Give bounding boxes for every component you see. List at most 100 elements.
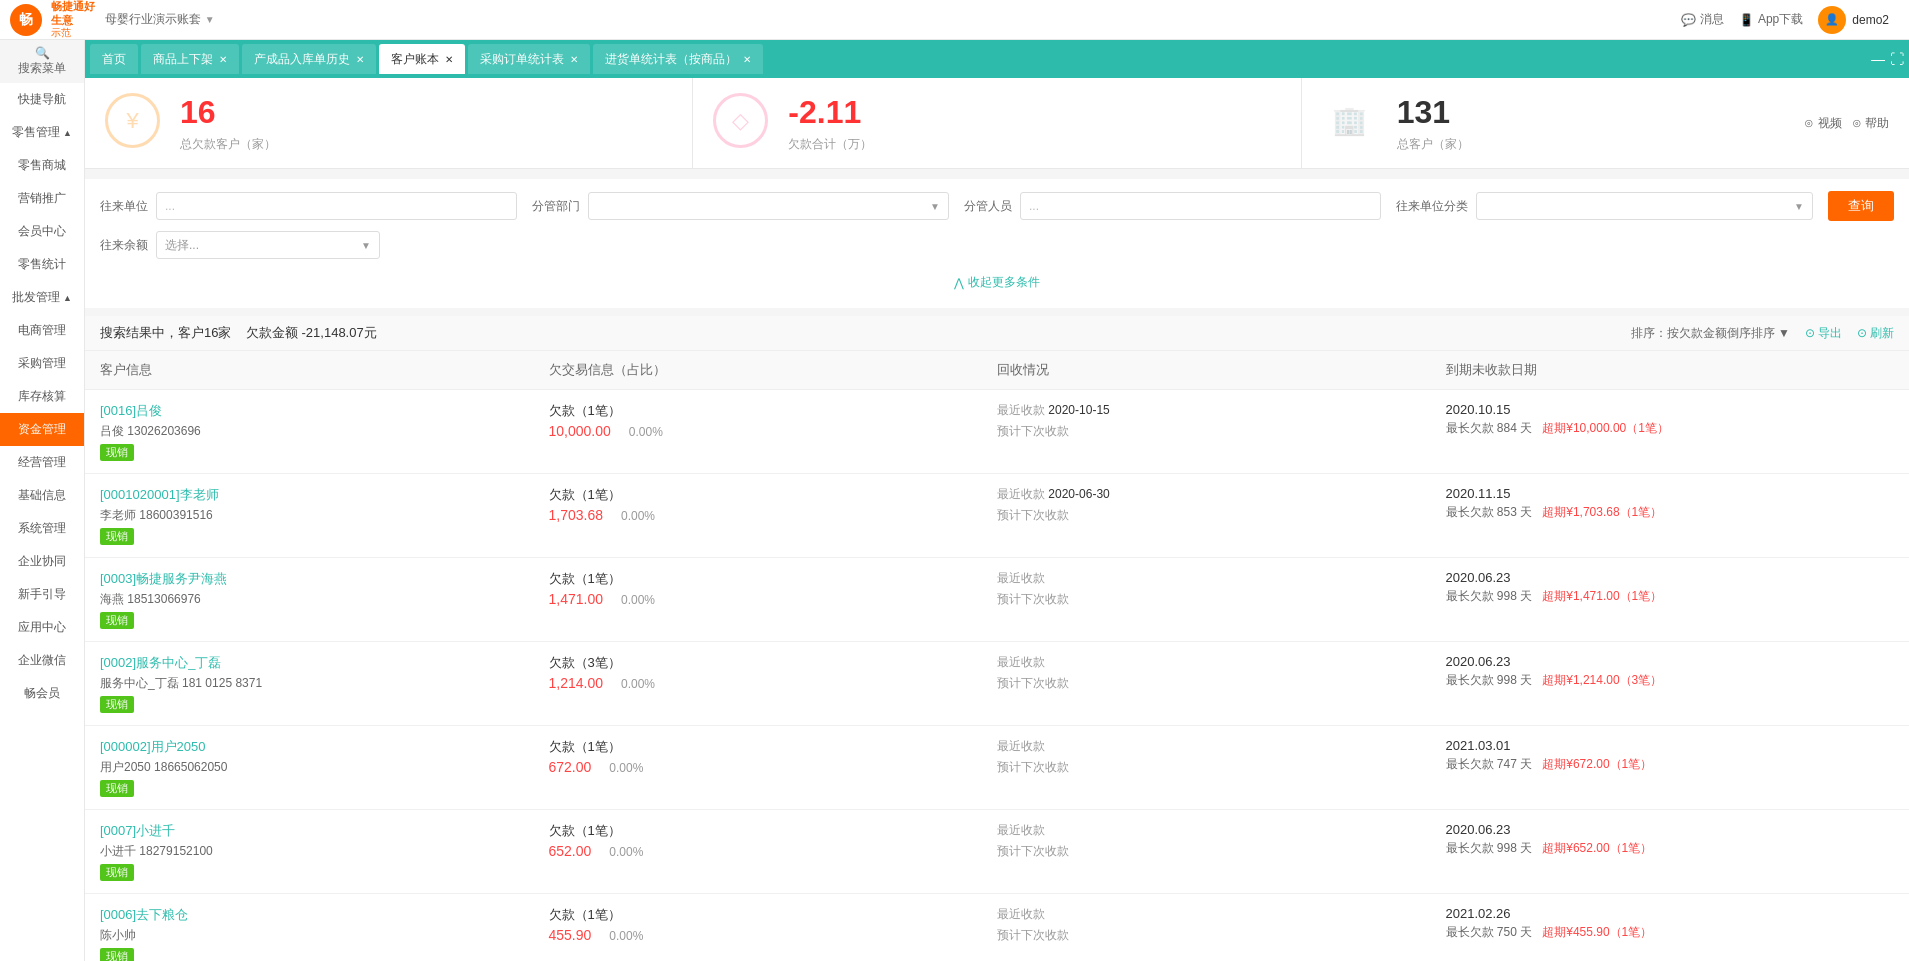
overdue-days-0: 最长欠款 884 天 超期¥10,000.00（1笔）	[1446, 420, 1895, 437]
video-button[interactable]: ⊙ 视频	[1804, 115, 1841, 132]
tab-close-purchase-stat[interactable]: ✕	[570, 54, 578, 65]
overdue-link-2[interactable]: 超期¥1,471.00（1笔）	[1542, 589, 1662, 603]
customer-phone-0: 吕俊 13026203696	[100, 423, 549, 440]
recovery-info-3: 最近收款 预计下次收款	[997, 654, 1446, 713]
tab-purchase-stat[interactable]: 采购订单统计表 ✕	[468, 44, 590, 74]
tab-collapse-button[interactable]: —	[1871, 51, 1885, 67]
export-button[interactable]: ⊙ 导出	[1805, 325, 1842, 342]
filter-row-2: 往来余额 选择... ▼	[100, 231, 1894, 259]
debt-amount-3[interactable]: 1,214.00	[549, 675, 604, 691]
sidebar-item-retail-mgmt[interactable]: 零售管理 ▲	[0, 116, 84, 149]
sidebar-item-basic-info[interactable]: 基础信息	[0, 479, 84, 512]
tab-home[interactable]: 首页	[90, 44, 138, 74]
unit-category-arrow-icon: ▼	[1794, 201, 1804, 212]
overdue-link-5[interactable]: 超期¥652.00（1笔）	[1542, 841, 1652, 855]
sidebar-item-vip-member[interactable]: 畅会员	[0, 677, 84, 710]
tab-close-product-history[interactable]: ✕	[356, 54, 364, 65]
debt-amount-5[interactable]: 652.00	[549, 843, 592, 859]
customer-tag-1: 现销	[100, 528, 134, 545]
sidebar-item-member-center[interactable]: 会员中心	[0, 215, 84, 248]
sidebar-search-menu[interactable]: 🔍 搜索菜单	[0, 40, 84, 83]
person-input[interactable]: ...	[1020, 192, 1381, 220]
overdue-link-1[interactable]: 超期¥1,703.68（1笔）	[1542, 505, 1662, 519]
collapse-icon: ⋀	[954, 276, 964, 290]
sidebar-item-inventory[interactable]: 库存核算	[0, 380, 84, 413]
stat-info-debt-customers: 16 总欠款客户（家）	[180, 94, 672, 153]
overdue-link-4[interactable]: 超期¥672.00（1笔）	[1542, 757, 1652, 771]
unit-category-select[interactable]: ▼	[1476, 192, 1813, 220]
debt-amount-6[interactable]: 455.90	[549, 927, 592, 943]
customer-name-6[interactable]: [0006]去下粮仓	[100, 906, 549, 924]
customer-name-4[interactable]: [000002]用户2050	[100, 738, 549, 756]
help-button[interactable]: ⊙ 帮助	[1852, 115, 1889, 132]
filter-area: 往来单位 ... 分管部门 ▼	[85, 179, 1909, 308]
sidebar-item-finance[interactable]: 资金管理	[0, 413, 84, 446]
query-button[interactable]: 查询	[1828, 191, 1894, 221]
tab-product-history[interactable]: 产成品入库单历史 ✕	[242, 44, 376, 74]
stat-right-actions: ⊙ 视频 ⊙ 帮助	[1804, 115, 1889, 132]
debt-info-6: 欠款（1笔） 455.90 0.00%	[549, 906, 998, 961]
sidebar-item-batch-mgmt[interactable]: 批发管理 ▲	[0, 281, 84, 314]
unit-category-label: 往来单位分类	[1396, 198, 1468, 215]
filter-dept: 分管部门 ▼	[532, 192, 949, 220]
sidebar-item-enterprise-coop[interactable]: 企业协同	[0, 545, 84, 578]
tab-expand-button[interactable]: ⛶	[1890, 51, 1904, 67]
stats-bar: ¥ 16 总欠款客户（家） ◇ -2.11 欠款合计（万）	[85, 78, 1909, 169]
overdue-info-4: 2021.03.01 最长欠款 747 天 超期¥672.00（1笔）	[1446, 738, 1895, 797]
sidebar-item-app-center[interactable]: 应用中心	[0, 611, 84, 644]
sidebar-item-retail-store[interactable]: 零售商城	[0, 149, 84, 182]
customer-info-3: [0002]服务中心_丁磊 服务中心_丁磊 181 0125 8371 现销	[100, 654, 549, 713]
sidebar-item-system-mgmt[interactable]: 系统管理	[0, 512, 84, 545]
sidebar-item-retail-stats[interactable]: 零售统计	[0, 248, 84, 281]
filter-source-unit: 往来单位 ...	[100, 192, 517, 220]
overdue-link-3[interactable]: 超期¥1,214.00（3笔）	[1542, 673, 1662, 687]
overdue-link-6[interactable]: 超期¥455.90（1笔）	[1542, 925, 1652, 939]
tab-product-online[interactable]: 商品上下架 ✕	[141, 44, 239, 74]
user-profile[interactable]: 👤 demo2	[1818, 6, 1889, 34]
sidebar-item-newbie-guide[interactable]: 新手引导	[0, 578, 84, 611]
sidebar-item-marketing[interactable]: 营销推广	[0, 182, 84, 215]
sort-button[interactable]: 排序：按欠款金额倒序排序 ▼	[1631, 325, 1790, 342]
table-row: [0007]小进千 小进千 18279152100 现销 欠款（1笔） 652.…	[85, 810, 1909, 894]
dept-select[interactable]: ▼	[588, 192, 949, 220]
customer-name-2[interactable]: [0003]畅捷服务尹海燕	[100, 570, 549, 588]
sort-arrow-icon: ▼	[1778, 326, 1790, 340]
table-row: [0003]畅捷服务尹海燕 海燕 18513066976 现销 欠款（1笔） 1…	[85, 558, 1909, 642]
overdue-link-0[interactable]: 超期¥10,000.00（1笔）	[1542, 421, 1669, 435]
tab-close-import-stat[interactable]: ✕	[743, 54, 751, 65]
tab-bar: 首页 商品上下架 ✕ 产成品入库单历史 ✕ 客户账本 ✕ 采购订单统计表 ✕	[85, 40, 1909, 78]
sidebar-item-quick-nav[interactable]: 快捷导航	[0, 83, 84, 116]
sidebar-item-purchase-mgmt[interactable]: 采购管理	[0, 347, 84, 380]
source-unit-input[interactable]: ...	[156, 192, 517, 220]
debt-count-1: 欠款（1笔）	[549, 486, 998, 504]
sidebar-item-ecommerce[interactable]: 电商管理	[0, 314, 84, 347]
sidebar-item-enterprise-wechat[interactable]: 企业微信	[0, 644, 84, 677]
tab-import-stat[interactable]: 进货单统计表（按商品） ✕	[593, 44, 763, 74]
result-info: 搜索结果中，客户16家 欠款金额 -21,148.07元 排序：按欠款金额倒序排…	[85, 316, 1909, 351]
tab-close-product-online[interactable]: ✕	[219, 54, 227, 65]
customer-tag-6: 现销	[100, 948, 134, 961]
tab-close-customer-account[interactable]: ✕	[445, 54, 453, 65]
industry-selector[interactable]: 母婴行业演示账套 ▼	[95, 11, 275, 28]
customer-name-1[interactable]: [0001020001]李老师	[100, 486, 549, 504]
debt-amount-0[interactable]: 10,000.00	[549, 423, 611, 439]
message-button[interactable]: 💬 消息	[1681, 11, 1724, 28]
balance-select[interactable]: 选择... ▼	[156, 231, 380, 259]
table-row: [0001020001]李老师 李老师 18600391516 现销 欠款（1笔…	[85, 474, 1909, 558]
col-recovery: 回收情况	[997, 361, 1446, 379]
tab-customer-account[interactable]: 客户账本 ✕	[379, 44, 465, 74]
debt-amount-2[interactable]: 1,471.00	[549, 591, 604, 607]
sidebar-item-business-mgmt[interactable]: 经营管理	[0, 446, 84, 479]
collapse-button[interactable]: ⋀ 收起更多条件	[954, 274, 1040, 291]
refresh-button[interactable]: ⊙ 刷新	[1857, 325, 1894, 342]
overdue-info-6: 2021.02.26 最长欠款 750 天 超期¥455.90（1笔）	[1446, 906, 1895, 961]
customer-name-3[interactable]: [0002]服务中心_丁磊	[100, 654, 549, 672]
debt-amount-4[interactable]: 672.00	[549, 759, 592, 775]
diamond-icon-container: ◇	[713, 93, 773, 153]
diamond-icon: ◇	[713, 93, 768, 148]
app-download-button[interactable]: 📱 App下载	[1739, 11, 1803, 28]
yuan-icon-container: ¥	[105, 93, 165, 153]
customer-name-5[interactable]: [0007]小进千	[100, 822, 549, 840]
customer-name-0[interactable]: [0016]吕俊	[100, 402, 549, 420]
debt-amount-1[interactable]: 1,703.68	[549, 507, 604, 523]
